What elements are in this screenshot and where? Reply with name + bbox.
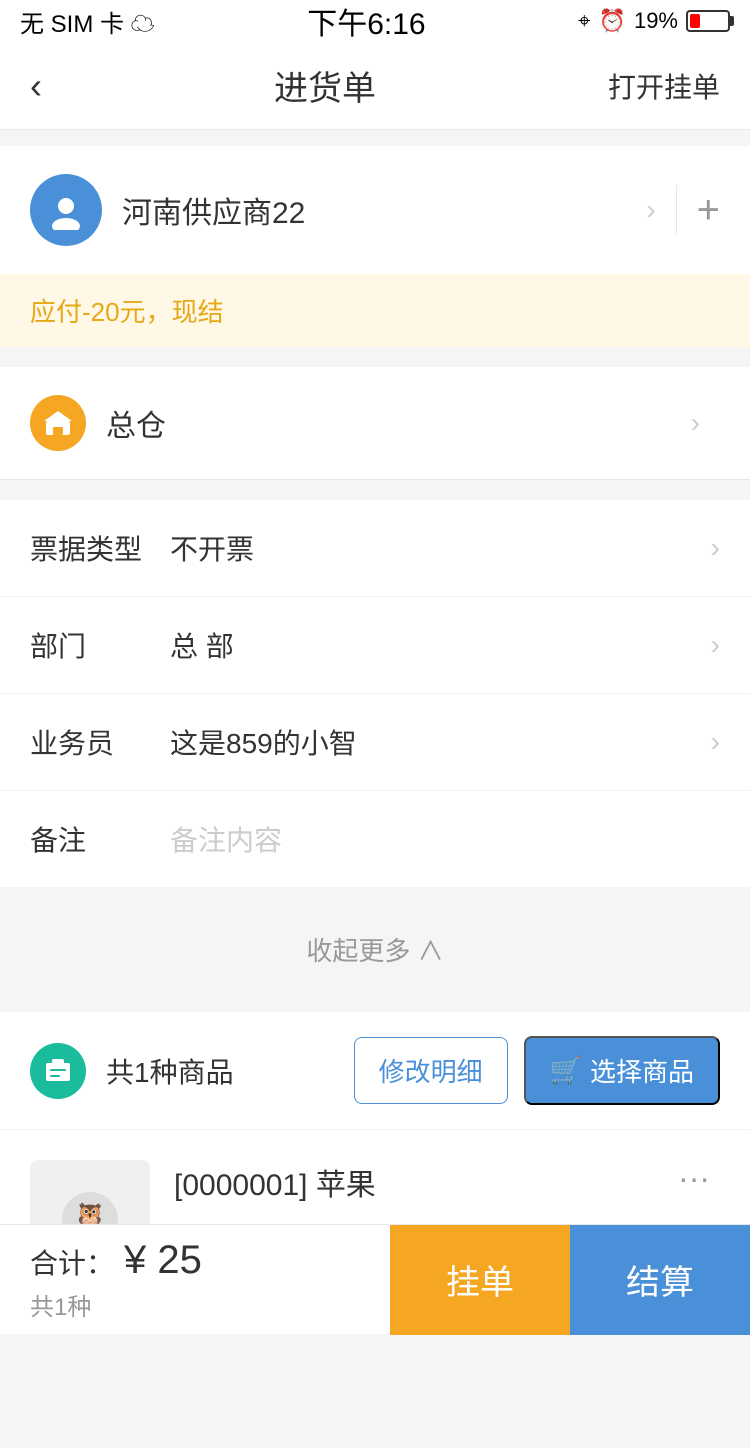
warehouse-row[interactable]: 总仓 › xyxy=(0,367,750,480)
modify-detail-button[interactable]: 修改明细 xyxy=(354,1037,508,1104)
warehouse-chevron-icon: › xyxy=(691,407,700,439)
status-right: ⌖ ⏰ 19% xyxy=(578,8,730,34)
page-title: 进货单 xyxy=(274,61,376,110)
nav-bar: ‹ 进货单 打开挂单 xyxy=(0,42,750,130)
product-header: 共1种商品 修改明细 🛒 选择商品 xyxy=(0,1012,750,1130)
invoice-chevron-icon: › xyxy=(711,532,720,564)
hang-button[interactable]: 挂单 xyxy=(390,1225,570,1335)
collapse-button[interactable]: 收起更多 ∧ xyxy=(0,907,750,992)
total-label: 合计： xyxy=(30,1242,114,1282)
alarm-icon: ⏰ xyxy=(599,8,626,34)
department-chevron-icon: › xyxy=(711,629,720,661)
department-value: 总 部 xyxy=(170,625,711,665)
vertical-divider xyxy=(676,185,677,235)
supplier-chevron-icon: › xyxy=(646,194,655,226)
invoice-label: 票据类型 xyxy=(30,528,170,568)
total-amount: ¥ 25 xyxy=(124,1238,202,1283)
department-label: 部门 xyxy=(30,625,170,665)
remark-label: 备注 xyxy=(30,819,170,859)
open-hang-button[interactable]: 打开挂单 xyxy=(608,66,720,106)
battery-icon xyxy=(686,10,730,32)
footer: 合计： ¥ 25 共1种 挂单 结算 xyxy=(0,1224,750,1334)
salesman-label: 业务员 xyxy=(30,722,170,762)
status-time: 下午6:16 xyxy=(307,0,425,43)
location-icon: ⌖ xyxy=(578,8,590,34)
department-row[interactable]: 部门 总 部 › xyxy=(0,597,750,694)
warehouse-section: 总仓 › xyxy=(0,367,750,480)
status-left: 无 SIM 卡 ☁ xyxy=(20,4,155,39)
sim-status: 无 SIM 卡 ☁ xyxy=(20,4,155,39)
back-button[interactable]: ‹ xyxy=(30,65,42,107)
warehouse-name: 总仓 xyxy=(106,401,691,445)
footer-count: 共1种 xyxy=(30,1287,360,1322)
product-name: [0000001] 苹果 xyxy=(174,1160,668,1204)
footer-total: 合计： ¥ 25 共1种 xyxy=(0,1238,390,1322)
salesman-value: 这是859的小智 xyxy=(170,722,711,762)
supplier-row[interactable]: 河南供应商22 › + xyxy=(0,146,750,274)
invoice-value: 不开票 xyxy=(170,528,711,568)
select-product-button[interactable]: 🛒 选择商品 xyxy=(524,1036,720,1105)
checkout-button[interactable]: 结算 xyxy=(570,1225,750,1335)
salesman-row[interactable]: 业务员 这是859的小智 › xyxy=(0,694,750,791)
product-count-icon xyxy=(30,1043,86,1099)
product-count: 共1种商品 xyxy=(106,1051,354,1091)
warehouse-icon xyxy=(30,395,86,451)
supplier-alert: 应付-20元，现结 xyxy=(0,274,750,347)
status-bar: 无 SIM 卡 ☁ 下午6:16 ⌖ ⏰ 19% xyxy=(0,0,750,42)
form-section: 票据类型 不开票 › 部门 总 部 › 业务员 这是859的小智 › 备注 备注… xyxy=(0,500,750,887)
salesman-chevron-icon: › xyxy=(711,726,720,758)
battery-percent: 19% xyxy=(634,8,678,34)
add-supplier-button[interactable]: + xyxy=(697,188,720,233)
supplier-avatar xyxy=(30,174,102,246)
product-more-button[interactable]: ··· xyxy=(668,1160,720,1197)
remark-row[interactable]: 备注 备注内容 xyxy=(0,791,750,887)
remark-input[interactable]: 备注内容 xyxy=(170,819,720,859)
cart-icon: 🛒 xyxy=(550,1055,582,1086)
supplier-name: 河南供应商22 xyxy=(122,188,646,232)
supplier-section: 河南供应商22 › + 应付-20元，现结 xyxy=(0,146,750,347)
invoice-row[interactable]: 票据类型 不开票 › xyxy=(0,500,750,597)
